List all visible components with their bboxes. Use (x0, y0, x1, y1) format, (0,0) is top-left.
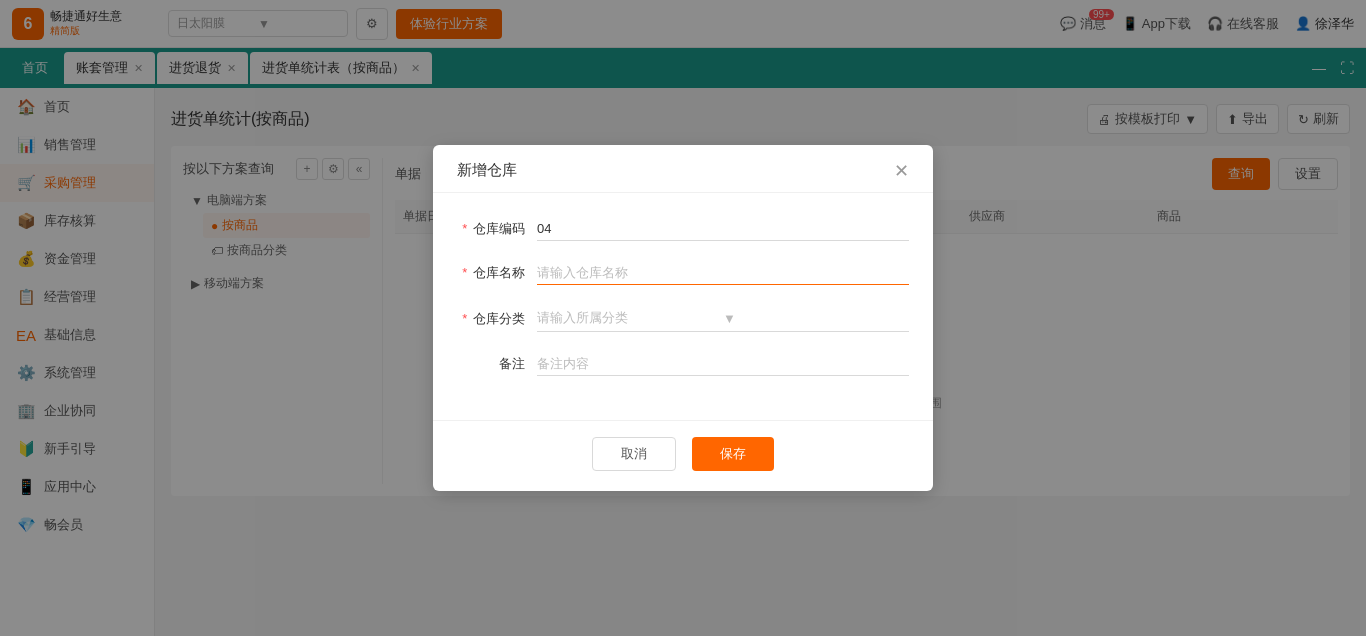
category-label: * 仓库分类 (457, 310, 537, 328)
dialog-close-button[interactable]: ✕ (894, 162, 909, 180)
name-label: * 仓库名称 (457, 264, 537, 282)
modal-overlay[interactable]: 新增仓库 ✕ * 仓库编码 * 仓库名称 (0, 0, 1366, 636)
required-star-category: * (462, 311, 467, 326)
required-star-name: * (462, 265, 467, 280)
form-row-category: * 仓库分类 请输入所属分类 ▼ (457, 305, 909, 332)
warehouse-name-input[interactable] (537, 261, 909, 285)
cancel-button[interactable]: 取消 (592, 437, 676, 471)
required-star-code: * (462, 221, 467, 236)
category-dropdown-icon: ▼ (723, 311, 909, 326)
dialog-header: 新增仓库 ✕ (433, 145, 933, 193)
dialog-footer: 取消 保存 (433, 420, 933, 491)
category-placeholder: 请输入所属分类 (537, 309, 723, 327)
form-row-remark: 备注 (457, 352, 909, 376)
remark-input[interactable] (537, 352, 909, 376)
dialog-title: 新增仓库 (457, 161, 517, 180)
form-row-name: * 仓库名称 (457, 261, 909, 285)
form-row-code: * 仓库编码 (457, 217, 909, 241)
save-button[interactable]: 保存 (692, 437, 774, 471)
dialog-add-warehouse: 新增仓库 ✕ * 仓库编码 * 仓库名称 (433, 145, 933, 491)
remark-label: 备注 (457, 355, 537, 373)
dialog-body: * 仓库编码 * 仓库名称 * 仓库分类 请输入所属 (433, 193, 933, 420)
category-select-wrap[interactable]: 请输入所属分类 ▼ (537, 305, 909, 332)
code-label: * 仓库编码 (457, 220, 537, 238)
warehouse-code-input[interactable] (537, 217, 909, 241)
